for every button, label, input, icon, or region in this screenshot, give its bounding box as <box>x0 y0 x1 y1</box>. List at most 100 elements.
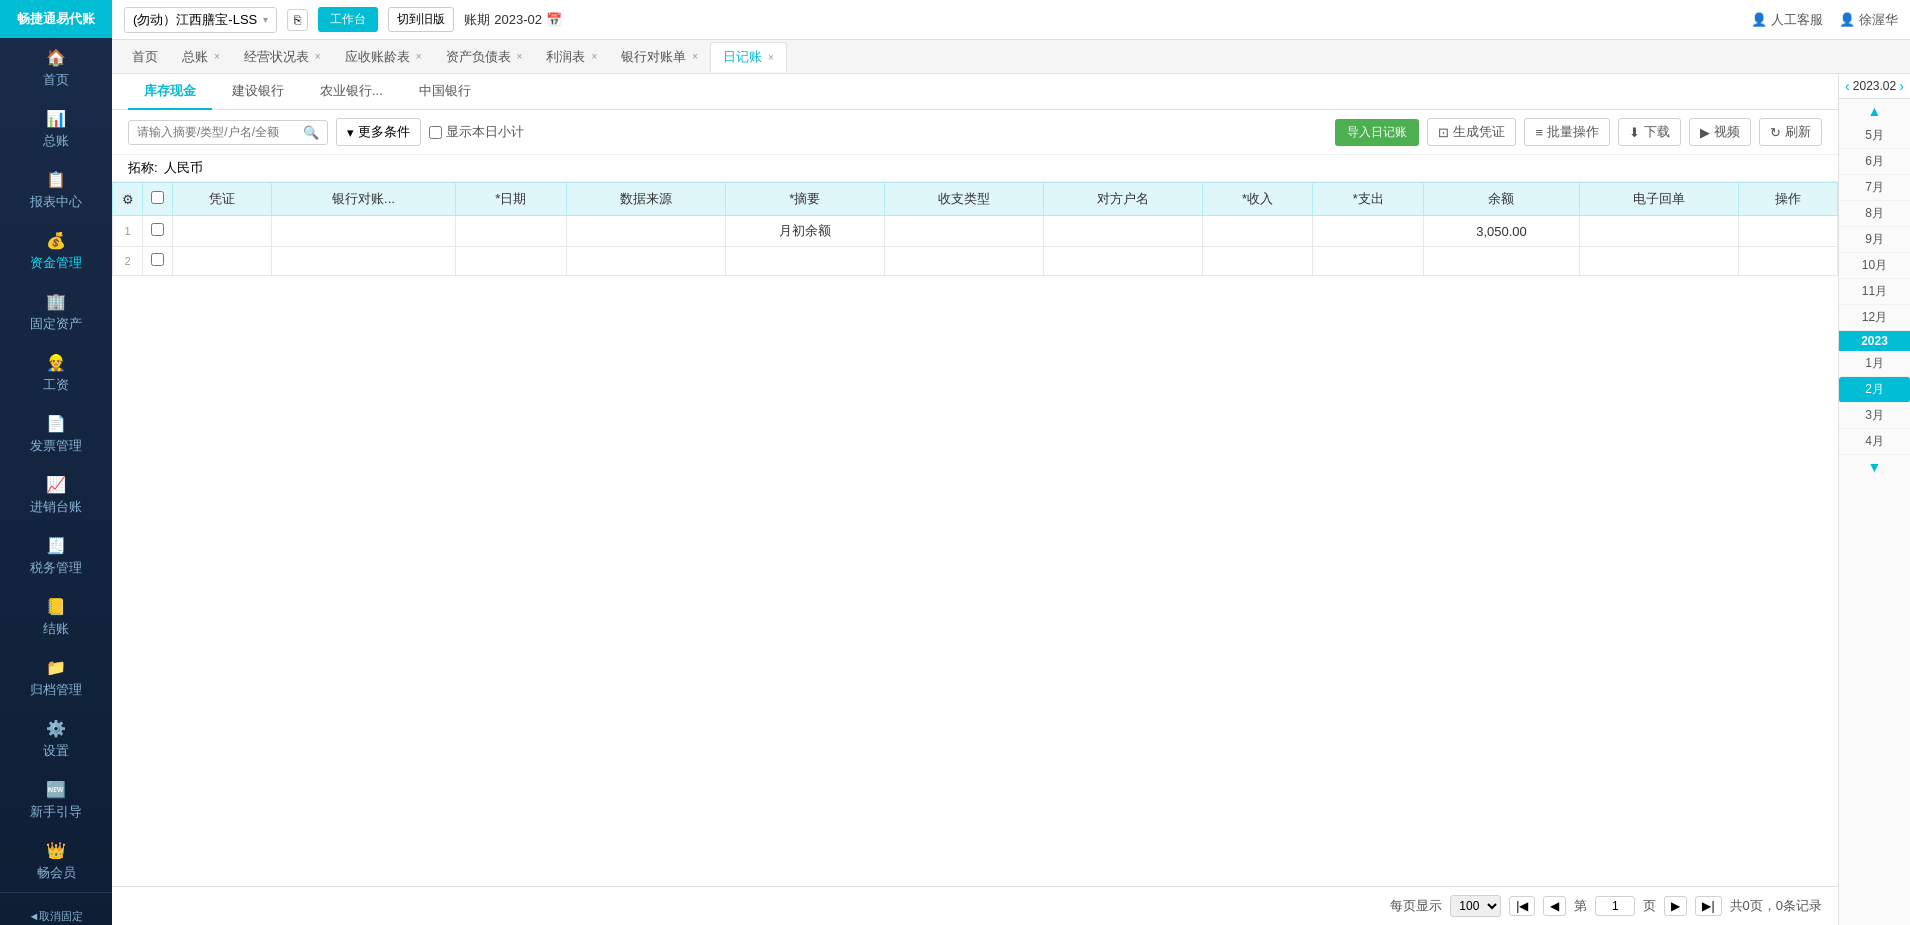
cell-bank-match-2 <box>272 247 456 276</box>
close-tab-receivables-icon[interactable]: × <box>416 51 422 62</box>
cell-row-num-2: 2 <box>113 247 143 276</box>
video-button[interactable]: ▶ 视频 <box>1689 118 1751 146</box>
cell-e-receipt-2 <box>1579 247 1738 276</box>
page-size-label: 每页显示 <box>1390 897 1442 915</box>
cell-checkbox-2[interactable] <box>143 247 173 276</box>
col-voucher: 凭证 <box>173 183 272 216</box>
month-item-6[interactable]: 6月 <box>1839 149 1910 175</box>
current-year-group: 2023 1月 2月 3月 4月 <box>1839 331 1910 455</box>
close-tab-business-icon[interactable]: × <box>315 51 321 62</box>
sub-tab-abc[interactable]: 农业银行... <box>304 74 399 110</box>
cell-voucher-2 <box>173 247 272 276</box>
tab-receivables[interactable]: 应收账龄表 × <box>333 42 434 72</box>
batch-op-button[interactable]: ≡ 批量操作 <box>1524 118 1610 146</box>
col-settings[interactable]: ⚙ <box>113 183 143 216</box>
month-item-2[interactable]: 2月 <box>1839 377 1910 403</box>
month-item-4[interactable]: 4月 <box>1839 429 1910 455</box>
tab-ledger[interactable]: 总账 × <box>170 42 232 72</box>
tab-business[interactable]: 经营状况表 × <box>232 42 333 72</box>
scroll-up-button[interactable]: ▲ <box>1839 99 1910 123</box>
col-counterparty: 对方户名 <box>1043 183 1202 216</box>
user-service-button[interactable]: 👤 人工客服 <box>1751 11 1823 29</box>
tab-bank-statement[interactable]: 银行对账单 × <box>609 42 710 72</box>
tab-balance-sheet[interactable]: 资产负债表 × <box>434 42 535 72</box>
tab-home[interactable]: 首页 <box>120 42 170 72</box>
table-row: 1 月初余额 3,050.00 <box>113 216 1838 247</box>
download-button[interactable]: ⬇ 下载 <box>1618 118 1681 146</box>
month-item-10[interactable]: 10月 <box>1839 253 1910 279</box>
date-nav-prev-icon[interactable]: ‹ <box>1843 78 1852 94</box>
close-tab-ledger-icon[interactable]: × <box>214 51 220 62</box>
tab-profit[interactable]: 利润表 × <box>534 42 609 72</box>
salary-icon: 👷 <box>46 353 66 372</box>
close-tab-balance-icon[interactable]: × <box>517 51 523 62</box>
month-item-7[interactable]: 7月 <box>1839 175 1910 201</box>
sidebar-item-invoices[interactable]: 📄 发票管理 <box>0 404 112 465</box>
sidebar-item-assets[interactable]: 🏢 固定资产 <box>0 282 112 343</box>
close-period-icon: 📒 <box>46 597 66 616</box>
sub-tab-boc[interactable]: 中国银行 <box>403 74 487 110</box>
sidebar-item-ledger[interactable]: 📊 总账 <box>0 99 112 160</box>
close-tab-journal-icon[interactable]: × <box>768 52 774 63</box>
search-box[interactable]: 🔍 <box>128 120 328 145</box>
page-number-input[interactable] <box>1595 896 1635 916</box>
workbench-button[interactable]: 工作台 <box>318 7 378 32</box>
period-value: 2023-02 <box>494 12 542 27</box>
page-size-select[interactable]: 100 <box>1450 895 1501 917</box>
sidebar-item-funds-label: 资金管理 <box>30 254 82 272</box>
company-selector[interactable]: (勿动）江西膳宝-LSS ▾ <box>124 7 277 33</box>
sub-tab-ccb[interactable]: 建设银行 <box>216 74 300 110</box>
search-input[interactable] <box>137 125 299 139</box>
scroll-down-button[interactable]: ▼ <box>1839 455 1910 479</box>
sidebar-item-funds[interactable]: 💰 资金管理 <box>0 221 112 282</box>
sidebar-item-archive[interactable]: 📁 归档管理 <box>0 648 112 709</box>
sidebar-item-close-period[interactable]: 📒 结账 <box>0 587 112 648</box>
gen-voucher-button[interactable]: ⊡ 生成凭证 <box>1427 118 1516 146</box>
refresh-button[interactable]: ↻ 刷新 <box>1759 118 1822 146</box>
cell-checkbox-1[interactable] <box>143 216 173 247</box>
currency-value[interactable]: 人民币 <box>164 159 203 177</box>
sidebar-item-vip[interactable]: 👑 畅会员 <box>0 831 112 892</box>
copy-button[interactable]: ⎘ <box>287 9 308 31</box>
sidebar-item-tax[interactable]: 🧾 税务管理 <box>0 526 112 587</box>
sub-tab-cash[interactable]: 库存现金 <box>128 74 212 110</box>
last-page-button[interactable]: ▶| <box>1695 896 1721 916</box>
sidebar-item-salary[interactable]: 👷 工资 <box>0 343 112 404</box>
date-nav-next-icon[interactable]: › <box>1897 78 1906 94</box>
month-item-12[interactable]: 12月 <box>1839 305 1910 331</box>
first-page-button[interactable]: |◀ <box>1509 896 1535 916</box>
next-page-button[interactable]: ▶ <box>1664 896 1687 916</box>
col-e-receipt: 电子回单 <box>1579 183 1738 216</box>
tab-journal[interactable]: 日记账 × <box>710 42 787 72</box>
sidebar-item-guide[interactable]: 🆕 新手引导 <box>0 770 112 831</box>
switch-old-button[interactable]: 切到旧版 <box>388 7 454 32</box>
col-bank-match: 银行对账... <box>272 183 456 216</box>
month-item-9[interactable]: 9月 <box>1839 227 1910 253</box>
settings-icon: ⚙️ <box>46 719 66 738</box>
select-all-checkbox[interactable] <box>151 191 164 204</box>
search-icon: 🔍 <box>303 125 319 140</box>
cell-balance-2 <box>1424 247 1580 276</box>
close-tab-bank-icon[interactable]: × <box>692 51 698 62</box>
prev-page-button[interactable]: ◀ <box>1543 896 1566 916</box>
sidebar-item-settings[interactable]: ⚙️ 设置 <box>0 709 112 770</box>
show-today-checkbox[interactable] <box>429 126 442 139</box>
month-item-5[interactable]: 5月 <box>1839 123 1910 149</box>
close-tab-profit-icon[interactable]: × <box>591 51 597 62</box>
sidebar-item-reports[interactable]: 📋 报表中心 <box>0 160 112 221</box>
tabs-bar: 首页 总账 × 经营状况表 × 应收账龄表 × 资产负债表 × 利润表 × 银行… <box>112 40 1910 74</box>
month-item-1[interactable]: 1月 <box>1839 351 1910 377</box>
import-journal-button[interactable]: 导入日记账 <box>1335 119 1419 146</box>
ledger-icon: 📊 <box>46 109 66 128</box>
month-item-3[interactable]: 3月 <box>1839 403 1910 429</box>
month-item-8[interactable]: 8月 <box>1839 201 1910 227</box>
content-area: 库存现金 建设银行 农业银行... 中国银行 🔍 ▾ 更多条件 显示本日小计 <box>112 74 1910 925</box>
month-item-11[interactable]: 11月 <box>1839 279 1910 305</box>
user-menu[interactable]: 👤 徐渥华 <box>1839 11 1898 29</box>
col-checkbox[interactable] <box>143 183 173 216</box>
sidebar-item-home[interactable]: 🏠 首页 <box>0 38 112 99</box>
sidebar-item-sales-ledger[interactable]: 📈 进销台账 <box>0 465 112 526</box>
show-today-checkbox-label[interactable]: 显示本日小计 <box>429 123 524 141</box>
unfix-button[interactable]: ◄取消固定 <box>0 903 112 925</box>
more-filter-button[interactable]: ▾ 更多条件 <box>336 118 421 146</box>
